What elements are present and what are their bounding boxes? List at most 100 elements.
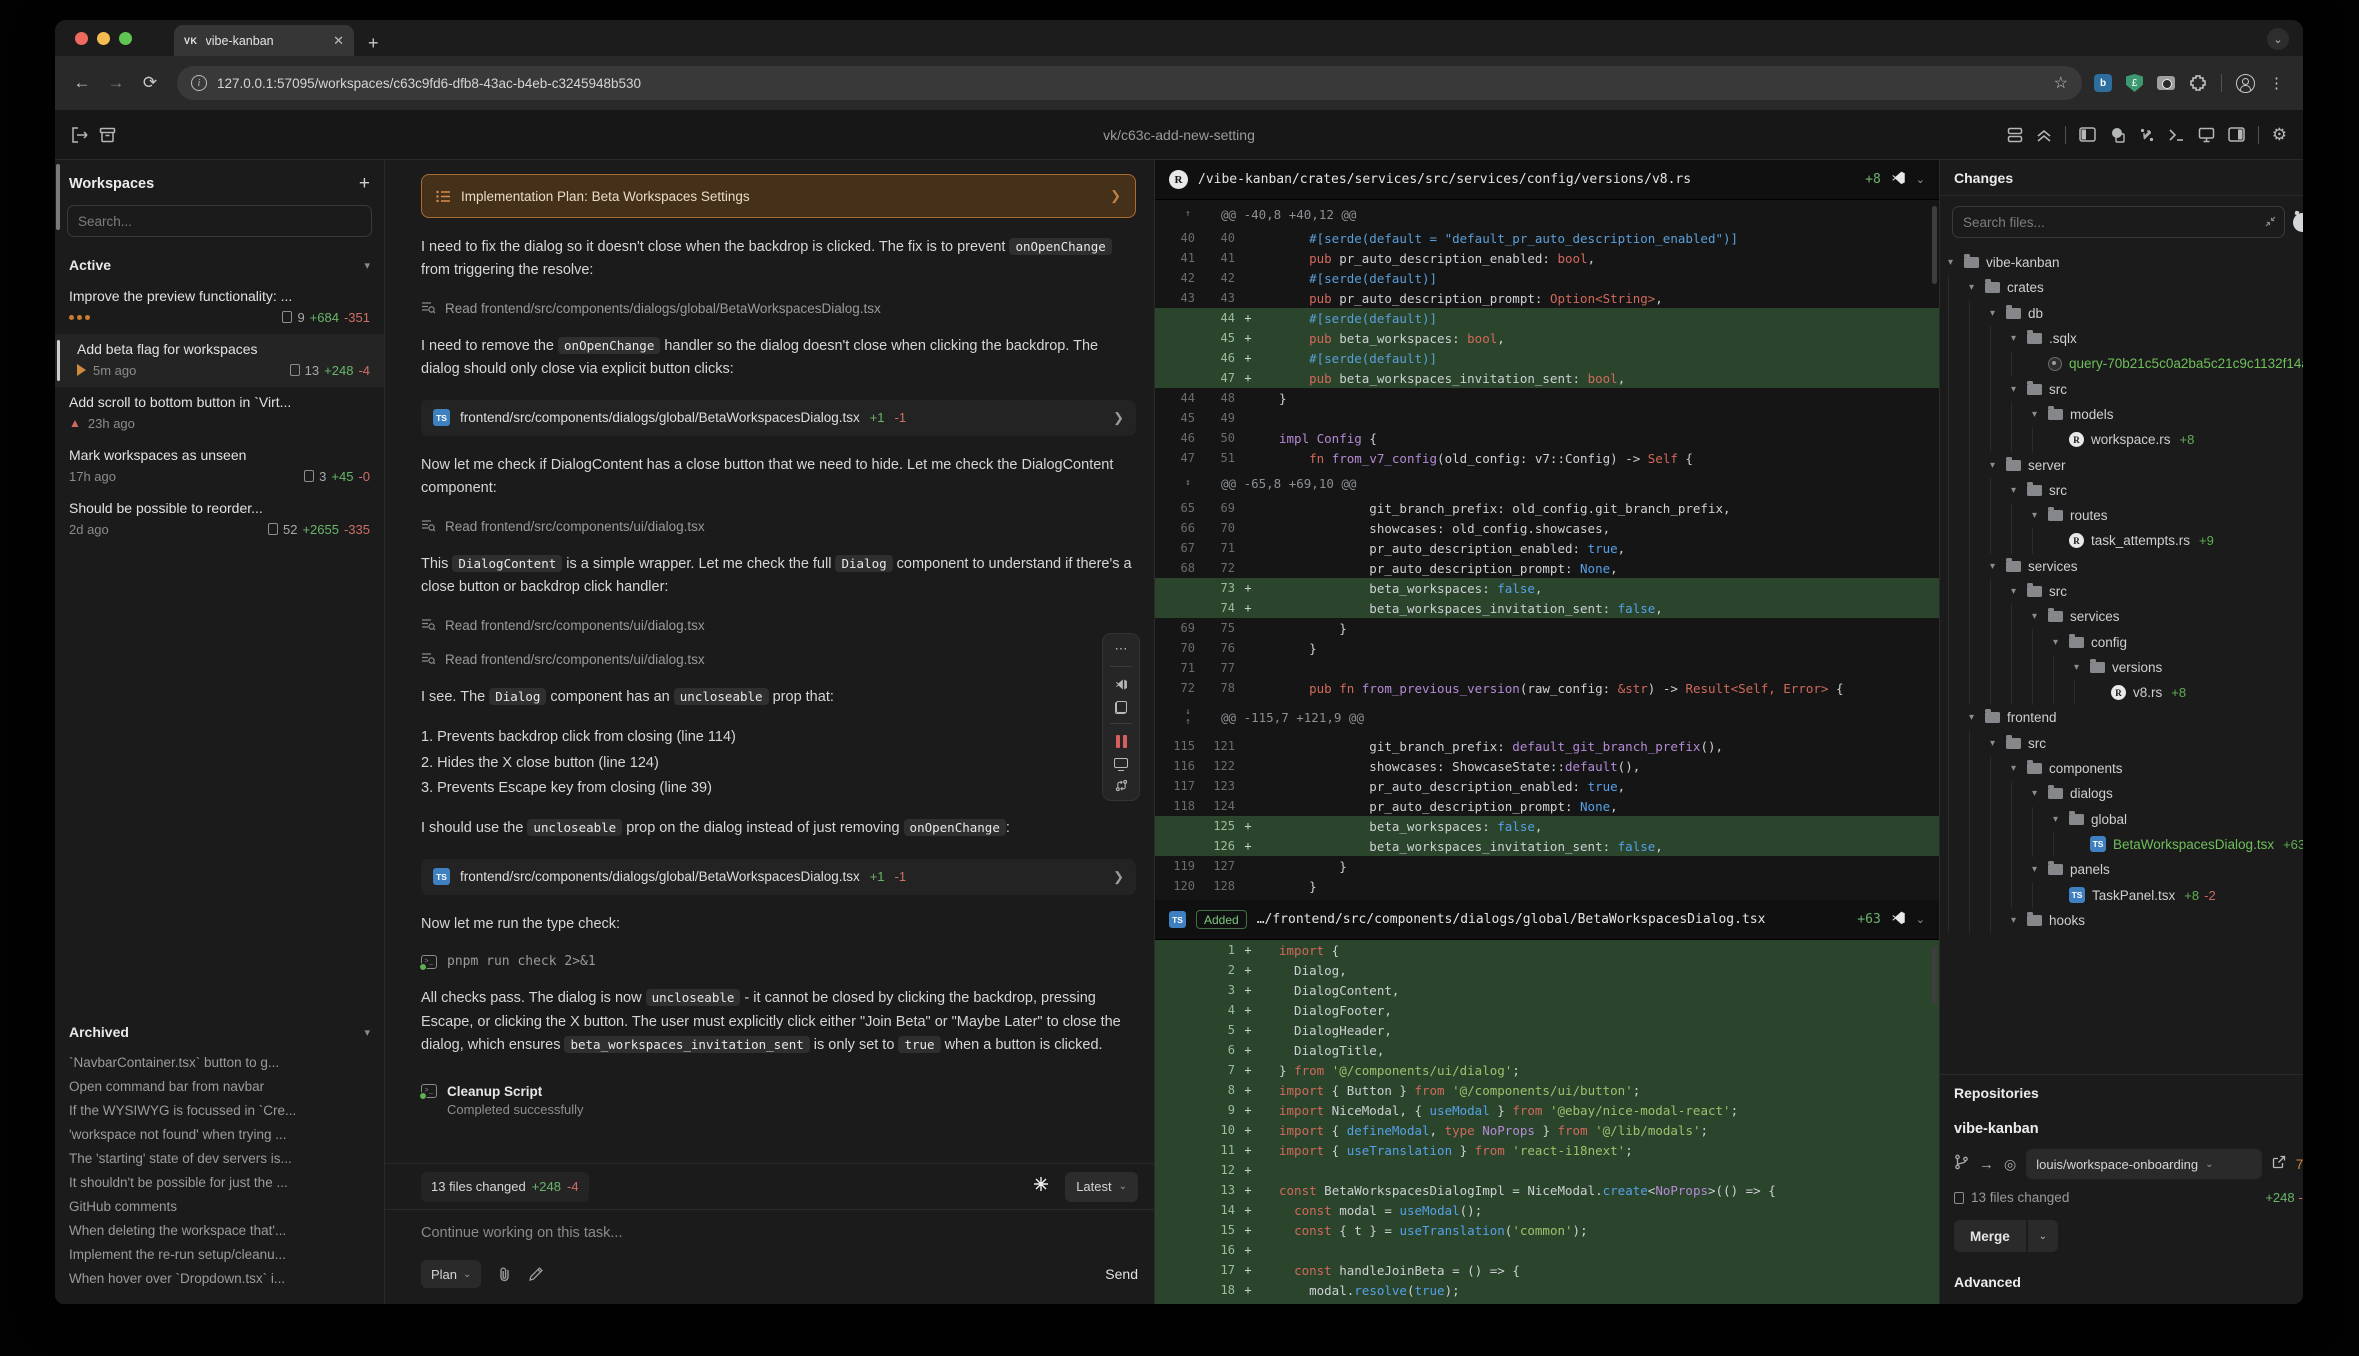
minimize-window-button[interactable] (97, 31, 110, 45)
rows-layout-icon[interactable] (2007, 127, 2023, 143)
diff-line[interactable]: 117 123 pr_auto_description_enabled: true… (1155, 776, 1939, 796)
archived-workspace-item[interactable]: Open command bar from navbar (55, 1074, 384, 1098)
diff-line[interactable]: 6 + DialogTitle, (1155, 1040, 1939, 1060)
diff-line[interactable]: 72 78 pub fn from_previous_version(raw_co… (1155, 678, 1939, 698)
diff-line[interactable]: 74 + beta_workspaces_invitation_sent: fal… (1155, 598, 1939, 618)
back-button[interactable]: ← (67, 68, 97, 98)
diff-line[interactable]: 44 48} (1155, 388, 1939, 408)
tree-folder-row[interactable]: ▾ routes (1948, 502, 2303, 529)
tree-folder-row[interactable]: ▾ services (1948, 604, 2303, 630)
diff-line[interactable]: 41 41 pub pr_auto_description_enabled: bo… (1155, 248, 1939, 268)
maximize-window-button[interactable] (119, 31, 132, 45)
window-controls[interactable] (55, 20, 146, 56)
diff-line[interactable]: 126 + beta_workspaces_invitation_sent: fa… (1155, 836, 1939, 856)
sparkle-icon[interactable] (1033, 1176, 1049, 1197)
diff-line[interactable]: 118 124 pr_auto_description_prompt: None, (1155, 796, 1939, 816)
diff-code-tsx[interactable]: 1 + import {2 + Dialog, 3 + DialogContent, 4 + … (1155, 940, 1939, 1304)
expand-hunk-icon[interactable]: ↓ ↑ (1155, 707, 1221, 727)
diff-line[interactable]: 7 +} from '@/components/ui/dialog'; (1155, 1060, 1939, 1080)
diff-line[interactable]: 120 128 } (1155, 876, 1939, 896)
settings-gear-icon[interactable]: ⚙ (2272, 125, 2287, 145)
diff-line[interactable]: 70 76 } (1155, 638, 1939, 658)
collapse-tree-icon[interactable] (2264, 215, 2277, 233)
close-window-button[interactable] (75, 31, 88, 45)
archived-workspace-item[interactable]: Implement the re-run setup/cleanu... (55, 1242, 384, 1266)
message-input[interactable] (421, 1225, 1138, 1241)
diff-line[interactable]: 16 + (1155, 1240, 1939, 1260)
collapse-chevron-icon[interactable]: ⌄ (1916, 173, 1925, 186)
diff-line[interactable]: 65 69 git_branch_prefix: old_config.git_b… (1155, 498, 1939, 518)
workspace-item[interactable]: Improve the preview functionality: ... 9 +… (55, 281, 384, 334)
workspace-item[interactable]: Mark workspaces as unseen 17h ago 3 +45 -0 (55, 440, 384, 493)
diff-line[interactable]: 69 75 } (1155, 618, 1939, 638)
active-section-header[interactable]: Active ▾ (55, 249, 384, 281)
diff-line[interactable]: 12 + (1155, 1160, 1939, 1180)
diff-line[interactable]: 42 42 #[serde(default)] (1155, 268, 1939, 288)
preview-monitor-icon[interactable] (1114, 758, 1128, 771)
diff-line[interactable]: 116 122 showcases: ShowcaseState::default… (1155, 756, 1939, 776)
copy-icon[interactable] (1115, 701, 1127, 714)
shapes-icon[interactable] (2109, 127, 2126, 143)
exit-workspace-icon[interactable] (71, 126, 89, 143)
diff-line[interactable]: 17 + const handleJoinBeta = () => { (1155, 1260, 1939, 1280)
site-info-icon[interactable]: i (191, 75, 207, 91)
extensions-puzzle-icon[interactable] (2189, 74, 2207, 92)
archived-workspace-item[interactable]: When hover over `Dropdown.tsx` i... (55, 1266, 384, 1290)
panel-left-icon[interactable] (2079, 127, 2096, 142)
pause-icon[interactable] (1115, 733, 1127, 749)
archived-workspace-item[interactable]: `NavbarContainer.tsx` button to g... (55, 1050, 384, 1074)
diff-line[interactable]: 45 49 (1155, 408, 1939, 428)
diff-line[interactable]: 14 + const modal = useModal(); (1155, 1200, 1939, 1220)
diff-line[interactable]: 73 + beta_workspaces: false, (1155, 578, 1939, 598)
tree-file-row[interactable]: query-70b21c5c0a2ba5c21c9c1132f14a68 (1948, 351, 2303, 377)
hunk-row[interactable]: ↓ ↑ @@ -115,7 +121,9 @@ (1155, 698, 1939, 736)
latest-dropdown[interactable]: Latest ⌄ (1065, 1171, 1138, 1202)
diff-line[interactable]: 115 121 git_branch_prefix: default_git_br… (1155, 736, 1939, 756)
extension-b-icon[interactable]: b (2094, 74, 2112, 92)
tab-search-icon[interactable]: ⌄ (2267, 28, 2289, 50)
diff-line[interactable]: 68 72 pr_auto_description_prompt: None, (1155, 558, 1939, 578)
tree-folder-row[interactable]: ▾ src (1948, 376, 2303, 402)
archived-section-header[interactable]: Archived ▾ (55, 1016, 384, 1048)
url-bar[interactable]: i 127.0.0.1:57095/workspaces/c63c9fd6-df… (177, 66, 2082, 100)
advanced-row[interactable]: Advanced ▸ (1940, 1260, 2303, 1294)
diff-line[interactable]: 18 + modal.resolve(true); (1155, 1280, 1939, 1300)
hunk-row[interactable]: ↕ @@ -65,8 +69,10 @@ (1155, 468, 1939, 498)
diff-line[interactable]: 3 + DialogContent, (1155, 980, 1939, 1000)
diff-line[interactable]: 9 + import NiceModal, { useModal } from '@… (1155, 1100, 1939, 1120)
edited-file-card[interactable]: TS frontend/src/components/dialogs/global… (421, 399, 1136, 436)
tree-folder-row[interactable]: ▾ versions (1948, 654, 2303, 681)
diff-line[interactable]: 45 + pub beta_workspaces: bool, (1155, 328, 1939, 348)
bookmark-star-icon[interactable]: ☆ (2054, 73, 2068, 93)
archived-workspace-item[interactable]: It shouldn't be possible for just the ..… (55, 1170, 384, 1194)
diff-scrollbar[interactable] (1932, 946, 1937, 1004)
diff-line[interactable]: 43 43 pub pr_auto_description_prompt: Opt… (1155, 288, 1939, 308)
more-actions-icon[interactable]: ⋯ (1115, 641, 1128, 657)
tree-folder-row[interactable]: ▾ crates (1948, 275, 2303, 301)
tree-folder-row[interactable]: ▾ db (1948, 300, 2303, 326)
open-in-vscode-icon[interactable] (1115, 676, 1128, 692)
tree-folder-row[interactable]: ▾ components (1948, 755, 2303, 782)
collapse-all-icon[interactable] (2036, 127, 2052, 143)
branch-dropdown[interactable]: louis/workspace-onboarding ⌄ (2026, 1149, 2262, 1179)
repositories-header[interactable]: Repositories ▾ (1940, 1075, 2303, 1111)
hunk-row[interactable]: ↑ @@ -40,8 +40,12 @@ (1155, 200, 1939, 228)
diff-line[interactable]: 1 + import { (1155, 940, 1939, 960)
tree-file-row[interactable]: TS TaskPanel.tsx +8 -2 (1948, 882, 2303, 908)
tree-folder-row[interactable]: ▾ hooks (1948, 907, 2303, 934)
browser-menu-icon[interactable]: ⋮ (2269, 74, 2285, 92)
attach-paperclip-icon[interactable] (497, 1266, 512, 1282)
tool-call-row[interactable]: Read frontend/src/components/ui/dialog.t… (421, 618, 1136, 634)
diff-line[interactable]: 46 + #[serde(default)] (1155, 348, 1939, 368)
extension-shield-icon[interactable]: £ (2126, 74, 2143, 92)
diff-line[interactable]: 8 + import { Button } from '@/components/u… (1155, 1080, 1939, 1100)
script-status-block[interactable]: >_ Cleanup Script Completed successfully (419, 1083, 1136, 1117)
diff-scrollbar[interactable] (1932, 206, 1937, 284)
workspace-search-input[interactable] (67, 205, 372, 237)
tree-folder-row[interactable]: ▾ .sqlx (1948, 325, 2303, 352)
open-in-vscode-icon[interactable] (1891, 910, 1906, 930)
diff-line[interactable]: 5 + DialogHeader, (1155, 1020, 1939, 1040)
tree-folder-row[interactable]: ▾ src (1948, 578, 2303, 605)
diff-line[interactable]: 10 + import { defineModal, type NoProps } … (1155, 1120, 1939, 1140)
diff-line[interactable]: 47 51 fn from_v7_config(old_config: v7::C… (1155, 448, 1939, 468)
